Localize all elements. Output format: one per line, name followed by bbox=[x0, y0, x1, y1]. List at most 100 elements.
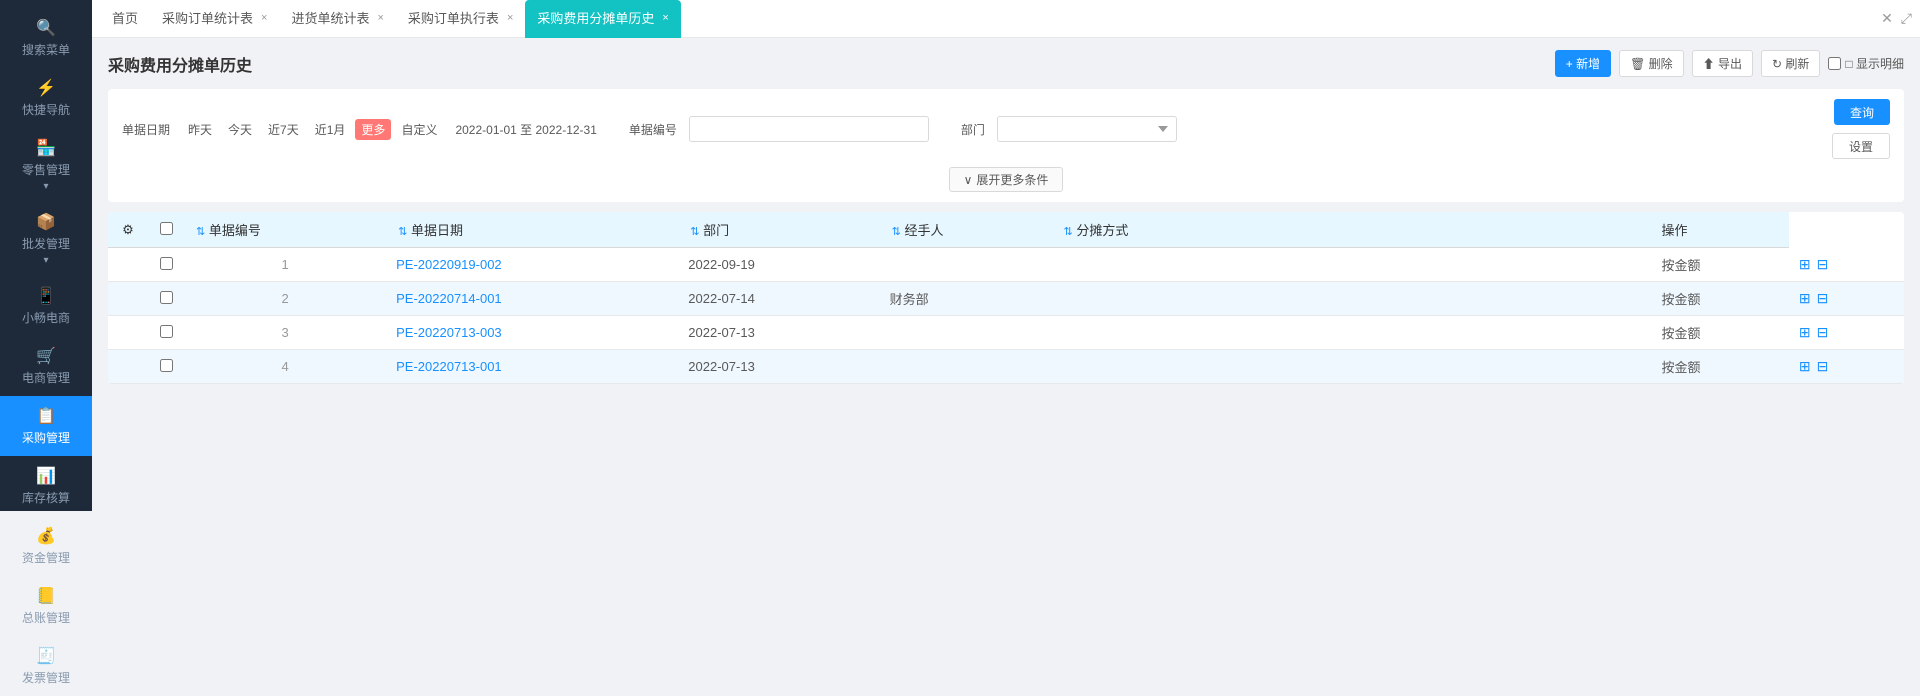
tab-purchase-cost-split[interactable]: 采购费用分摊单历史× bbox=[525, 0, 680, 38]
inventory-icon: 📊 bbox=[36, 466, 56, 486]
add-button[interactable]: + 新增 bbox=[1555, 50, 1611, 77]
row-settings-3 bbox=[108, 350, 148, 384]
sidebar-item-quicknav[interactable]: ⚡ 快捷导航 bbox=[0, 68, 92, 128]
sidebar-item-inventory[interactable]: 📊 库存核算 bbox=[0, 456, 92, 516]
tab-label-purchase-order-stats: 采购订单统计表 bbox=[162, 8, 253, 27]
sidebar-item-wholesale[interactable]: 📦批发管理▾ bbox=[0, 202, 92, 276]
expand-more-button[interactable]: ∨ 展开更多条件 bbox=[949, 167, 1064, 192]
edit-icon-1[interactable]: ⊞ bbox=[1799, 290, 1811, 307]
row-split-method-2: 按金额 bbox=[1651, 316, 1788, 350]
sidebar-item-ecommerce[interactable]: 🛒电商管理 bbox=[0, 336, 92, 396]
col-dept[interactable]: ⇅ 部门 bbox=[678, 212, 879, 248]
filter-settings-button[interactable]: 设置 bbox=[1832, 133, 1890, 159]
edit-icon-0[interactable]: ⊞ bbox=[1799, 256, 1811, 273]
doc-no-link-2[interactable]: PE-20220713-003 bbox=[396, 325, 502, 340]
row-actions-3: ⊞ ⊟ bbox=[1789, 350, 1904, 384]
toolbar: + 新增 🗑 删除 ⬆ 导出 ↻ 刷新 □ 显示明细 bbox=[1555, 50, 1904, 77]
sidebar-item-purchase[interactable]: 📋采购管理 bbox=[0, 396, 92, 456]
mobile-icon: 📱 bbox=[36, 286, 56, 306]
custom-btn[interactable]: 自定义 bbox=[395, 119, 443, 140]
sidebar-label-invoice: 发票管理 bbox=[22, 669, 70, 686]
sidebar-item-retail[interactable]: 🏪零售管理▾ bbox=[0, 128, 92, 202]
delete-icon-1[interactable]: ⊟ bbox=[1817, 290, 1829, 307]
col-handler[interactable]: ⇅ 经手人 bbox=[880, 212, 1052, 248]
row-checkbox-3[interactable] bbox=[148, 350, 184, 384]
tab-close-purchase-cost-split[interactable]: × bbox=[662, 12, 668, 24]
export-button[interactable]: ⬆ 导出 bbox=[1692, 50, 1753, 77]
edit-icon-2[interactable]: ⊞ bbox=[1799, 324, 1811, 341]
today-btn[interactable]: 今天 bbox=[222, 119, 258, 140]
sidebar-item-invoice[interactable]: 🧾发票管理 bbox=[0, 636, 92, 696]
tab-purchase-order-stats[interactable]: 采购订单统计表 × bbox=[150, 0, 279, 38]
doc-no-input[interactable] bbox=[689, 116, 929, 142]
tab-label-inbound-stats: 进货单统计表 bbox=[291, 8, 369, 27]
col-doc-date[interactable]: ⇅ 单据日期 bbox=[386, 212, 678, 248]
row-doc-no-0[interactable]: PE-20220919-002 bbox=[386, 248, 678, 282]
col-settings[interactable]: ⚙ bbox=[108, 212, 148, 248]
close-window-icon[interactable]: ✕ bbox=[1881, 10, 1893, 27]
table-body: 1 PE-20220919-002 2022-09-19 按金额 ⊞ ⊟ 2 P… bbox=[108, 248, 1904, 384]
tab-close-inbound-stats[interactable]: × bbox=[377, 12, 383, 24]
sidebar-item-ledger[interactable]: 📒总账管理 bbox=[0, 576, 92, 636]
row-handler-3 bbox=[1051, 350, 1651, 384]
last7days-btn[interactable]: 近7天 bbox=[262, 119, 305, 140]
col-split-method[interactable]: ⇅ 分摊方式 bbox=[1051, 212, 1651, 248]
row-split-method-3: 按金额 bbox=[1651, 350, 1788, 384]
tab-home[interactable]: 首页 bbox=[100, 0, 150, 38]
query-button[interactable]: 查询 bbox=[1834, 99, 1890, 125]
yesterday-btn[interactable]: 昨天 bbox=[182, 119, 218, 140]
row-checkbox-1[interactable] bbox=[148, 282, 184, 316]
refresh-button[interactable]: ↻ 刷新 bbox=[1761, 50, 1820, 77]
delete-icon-0[interactable]: ⊟ bbox=[1817, 256, 1829, 273]
row-doc-date-1: 2022-07-14 bbox=[678, 282, 879, 316]
table-container: ⚙ ⇅ 单据编号 ⇅ 单据日期 ⇅ 部门 ⇅ 经手人 ⇅ 分摊方式 操作 1 P bbox=[108, 212, 1904, 384]
dept-label: 部门 bbox=[961, 121, 985, 138]
chevron-down-icon: ∨ bbox=[964, 173, 973, 187]
tab-bar: 首页采购订单统计表×进货单统计表×采购订单执行表×采购费用分摊单历史× ✕ ⤢ bbox=[92, 0, 1920, 38]
edit-icon-3[interactable]: ⊞ bbox=[1799, 358, 1811, 375]
finance-icon: 💰 bbox=[36, 526, 56, 546]
col-select-all[interactable] bbox=[148, 212, 184, 248]
row-handler-2 bbox=[1051, 316, 1651, 350]
row-actions-1: ⊞ ⊟ bbox=[1789, 282, 1904, 316]
search-icon: 🔍 bbox=[36, 18, 56, 38]
delete-icon-2[interactable]: ⊟ bbox=[1817, 324, 1829, 341]
sidebar-label-inventory: 库存核算 bbox=[22, 489, 70, 506]
sidebar-label-quicknav: 快捷导航 bbox=[22, 101, 70, 118]
sidebar-item-search[interactable]: 🔍 搜索菜单 bbox=[0, 8, 92, 68]
row-doc-no-2[interactable]: PE-20220713-003 bbox=[386, 316, 678, 350]
row-doc-date-2: 2022-07-13 bbox=[678, 316, 879, 350]
doc-no-link-3[interactable]: PE-20220713-001 bbox=[396, 359, 502, 374]
tab-close-purchase-order-stats[interactable]: × bbox=[261, 12, 267, 24]
quicknav-icon: ⚡ bbox=[36, 78, 56, 98]
purchase-icon: 📋 bbox=[36, 406, 56, 426]
page-title-bar: 采购费用分摊单历史 + 新增 🗑 删除 ⬆ 导出 ↻ 刷新 □ 显示明细 bbox=[108, 50, 1904, 77]
sidebar-item-mobile[interactable]: 📱小畅电商 bbox=[0, 276, 92, 336]
sidebar-label-search: 搜索菜单 bbox=[22, 41, 70, 58]
more-btn[interactable]: 更多 bbox=[355, 119, 391, 140]
maximize-window-icon[interactable]: ⤢ bbox=[1901, 10, 1912, 27]
doc-no-link-1[interactable]: PE-20220714-001 bbox=[396, 291, 502, 306]
row-doc-no-3[interactable]: PE-20220713-001 bbox=[386, 350, 678, 384]
row-dept-3 bbox=[880, 350, 1052, 384]
show-detail-checkbox[interactable]: □ 显示明细 bbox=[1828, 55, 1904, 72]
filter-right-buttons: 查询 设置 bbox=[1832, 99, 1890, 159]
col-doc-no[interactable]: ⇅ 单据编号 bbox=[184, 212, 386, 248]
main-area: 首页采购订单统计表×进货单统计表×采购订单执行表×采购费用分摊单历史× ✕ ⤢ … bbox=[92, 0, 1920, 511]
doc-no-link-0[interactable]: PE-20220919-002 bbox=[396, 257, 502, 272]
delete-button[interactable]: 🗑 删除 bbox=[1619, 50, 1684, 77]
sidebar-item-finance[interactable]: 💰资金管理 bbox=[0, 516, 92, 576]
row-checkbox-2[interactable] bbox=[148, 316, 184, 350]
row-checkbox-0[interactable] bbox=[148, 248, 184, 282]
tab-close-purchase-order-exec[interactable]: × bbox=[507, 12, 513, 24]
expand-more-area: ∨ 展开更多条件 bbox=[122, 167, 1890, 192]
table-row: 1 PE-20220919-002 2022-09-19 按金额 ⊞ ⊟ bbox=[108, 248, 1904, 282]
tab-inbound-stats[interactable]: 进货单统计表 × bbox=[279, 0, 395, 38]
row-doc-no-1[interactable]: PE-20220714-001 bbox=[386, 282, 678, 316]
row-doc-date-3: 2022-07-13 bbox=[678, 350, 879, 384]
dept-select[interactable]: 财务部 bbox=[997, 116, 1177, 142]
last1month-btn[interactable]: 近1月 bbox=[309, 119, 352, 140]
delete-icon-3[interactable]: ⊟ bbox=[1817, 358, 1829, 375]
tab-label-home: 首页 bbox=[112, 8, 138, 27]
tab-purchase-order-exec[interactable]: 采购订单执行表× bbox=[396, 0, 525, 38]
